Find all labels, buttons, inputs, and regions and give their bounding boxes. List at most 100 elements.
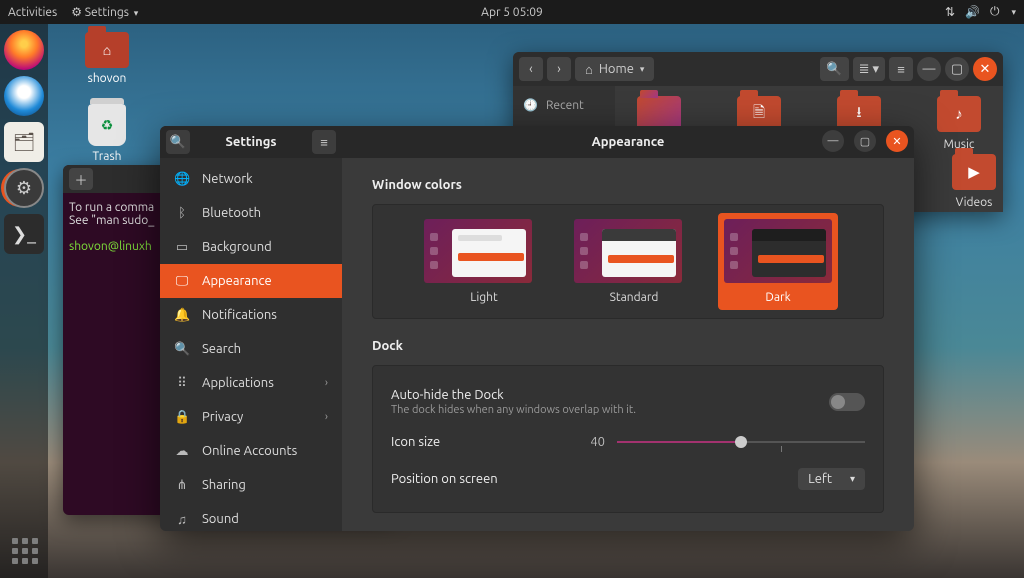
app-menu-label: Settings [85,6,129,19]
section-title-window-colors: Window colors [372,178,884,192]
sidebar-item-online-accounts[interactable]: ☁Online Accounts [160,434,342,468]
new-tab-button[interactable]: ＋ [69,168,93,190]
iconsize-slider[interactable] [617,432,865,452]
theme-thumbnail [724,219,832,283]
sidebar-item-label: Applications [202,376,274,390]
settings-content: Window colors Light Standard Dark Dock [342,158,914,531]
section-title-dock: Dock [372,339,884,353]
clock-icon: 🕘 [523,98,538,112]
chevron-right-icon: › [325,411,328,423]
video-icon: ▶ [952,154,996,190]
app-menu[interactable]: ⚙ Settings ▾ [71,5,138,19]
sidebar-item-notifications[interactable]: 🔔Notifications [160,298,342,332]
dock-terminal[interactable]: ❯_ [4,214,44,254]
hamburger-button[interactable]: ≡ [889,57,913,81]
sidebar-item-label: Bluetooth [202,206,261,220]
minimize-button[interactable]: — [822,130,844,152]
autohide-label: Auto-hide the Dock [391,388,636,402]
network-icon[interactable]: ⇅ [945,5,955,19]
close-button[interactable]: ✕ [973,57,997,81]
path-bar[interactable]: ⌂ Home ▾ [575,57,654,81]
theme-option-standard[interactable]: Standard [574,219,694,304]
settings-headerbar: Appearance — ▢ ✕ [342,126,914,158]
file-item-videos[interactable]: ▶ Videos [944,154,1004,209]
theme-option-dark[interactable]: Dark [718,213,838,310]
power-icon[interactable]: ⏻ [990,5,1000,19]
theme-thumbnail [424,219,532,283]
search-icon: 🔍 [174,342,190,357]
page-title: Appearance [592,135,665,149]
chevron-down-icon: ▾ [1011,7,1016,18]
settings-title: Settings [225,135,276,149]
desktop-icon-label: shovon [72,72,142,85]
file-label: Videos [944,196,1004,209]
dock-settings-panel: Auto-hide the Dock The dock hides when a… [372,365,884,513]
search-button[interactable]: 🔍 [166,130,190,154]
bell-icon: 🔔 [174,308,190,323]
sound-icon: ♫ [174,512,190,527]
sidebar-item-background[interactable]: ▭Background [160,230,342,264]
hamburger-button[interactable]: ≡ [312,130,336,154]
sidebar-item-bluetooth[interactable]: ᛒ Bluetooth [160,196,342,230]
dock: 🗂 ⚙ ❯_ [0,24,48,578]
sidebar-item-label: Network [202,172,253,186]
settings-sidebar: 🔍 Settings ≡ 🌐 Network ᛒ Bluetooth ▭Backgr… [160,126,342,531]
theme-label: Standard [574,291,694,304]
background-icon: ▭ [174,240,190,255]
autohide-description: The dock hides when any windows overlap … [391,404,636,416]
dropdown-value: Left [808,472,832,486]
dock-thunderbird[interactable] [4,76,44,116]
sidebar-item-label: Privacy [202,410,243,424]
dock-firefox[interactable] [4,30,44,70]
sidebar-item-sharing[interactable]: ⋔ Sharing [160,468,342,502]
sidebar-item-applications[interactable]: ⠿Applications› [160,366,342,400]
autohide-toggle[interactable] [829,393,865,411]
sidebar-item-label: Sound [202,512,239,526]
sidebar-item-recent[interactable]: 🕘 Recent [523,94,605,116]
music-icon: ♪ [937,96,981,132]
theme-option-light[interactable]: Light [424,219,544,304]
chevron-down-icon: ▾ [134,8,139,18]
dock-settings[interactable]: ⚙ [4,168,44,208]
top-bar: Activities ⚙ Settings ▾ Apr 5 05:09 ⇅ 🔊 … [0,0,1024,24]
sidebar-label: Recent [546,99,584,112]
chevron-down-icon: ▾ [850,473,855,485]
network-icon: 🌐 [174,172,190,187]
settings-window[interactable]: 🔍 Settings ≡ 🌐 Network ᛒ Bluetooth ▭Backgr… [160,126,914,531]
theme-thumbnail [574,219,682,283]
volume-icon[interactable]: 🔊 [965,5,980,19]
dock-files[interactable]: 🗂 [4,122,44,162]
position-dropdown[interactable]: Left ▾ [798,468,865,490]
nav-forward-button[interactable]: › [547,57,571,81]
view-list-button[interactable]: ≣ ▾ [853,57,885,81]
minimize-button[interactable]: — [917,57,941,81]
sidebar-item-label: Sharing [202,478,246,492]
theme-label: Dark [724,291,832,304]
search-button[interactable]: 🔍 [820,57,848,81]
sidebar-item-label: Search [202,342,241,356]
home-icon: ⌂ [85,32,129,68]
nav-back-button[interactable]: ‹ [519,57,543,81]
close-button[interactable]: ✕ [886,130,908,152]
theme-label: Light [424,291,544,304]
sidebar-item-privacy[interactable]: 🔒Privacy› [160,400,342,434]
sidebar-item-search[interactable]: 🔍 Search [160,332,342,366]
sidebar-item-sound[interactable]: ♫ Sound [160,502,342,531]
appearance-icon: 🖵 [174,274,190,289]
maximize-button[interactable]: ▢ [945,57,969,81]
position-label: Position on screen [391,472,581,486]
share-icon: ⋔ [174,478,190,493]
bluetooth-icon: ᛒ [174,206,190,220]
maximize-button[interactable]: ▢ [854,130,876,152]
sidebar-item-appearance[interactable]: 🖵Appearance [160,264,342,298]
activities-button[interactable]: Activities [8,6,57,19]
chevron-right-icon: › [325,377,328,389]
chevron-down-icon: ▾ [640,64,645,75]
desktop-trash[interactable]: ♻ Trash [72,104,142,163]
desktop-home-folder[interactable]: ⌂ shovon [72,32,142,85]
files-headerbar: ‹ › ⌂ Home ▾ 🔍 ≣ ▾ ≡ — ▢ ✕ [513,52,1003,86]
home-icon: ⌂ [585,62,593,77]
sidebar-item-network[interactable]: 🌐 Network [160,162,342,196]
clock[interactable]: Apr 5 05:09 [481,6,543,19]
desktop-icon-label: Trash [72,150,142,163]
